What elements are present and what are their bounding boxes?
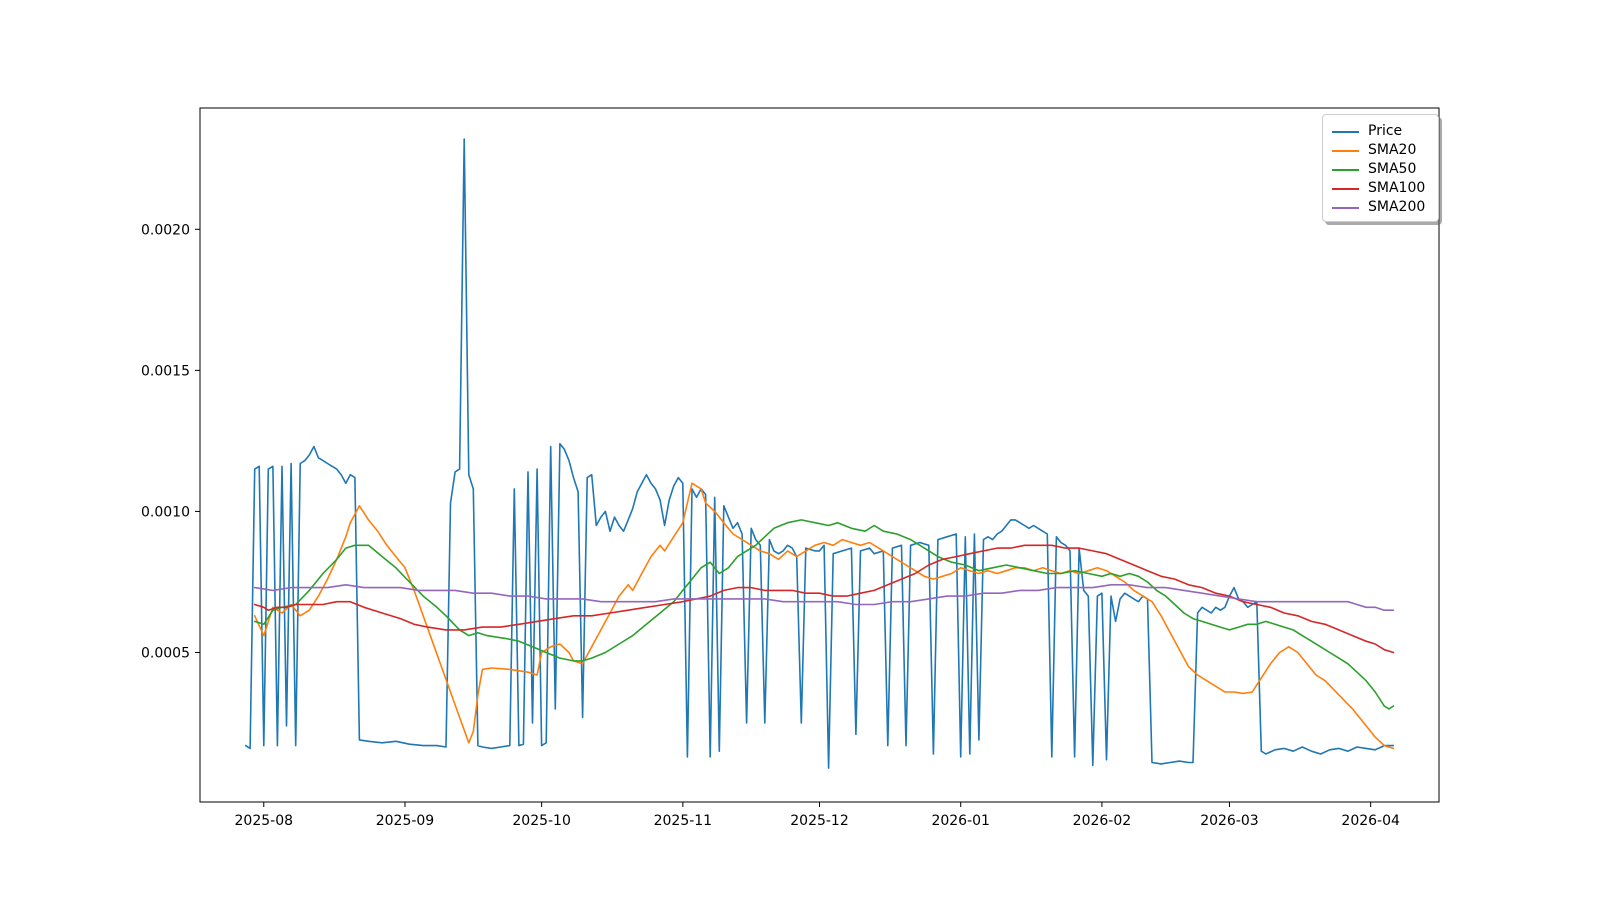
x-axis-tick-label: 2026-03 — [1200, 813, 1259, 829]
legend-item-sma200: SMA200 — [1332, 198, 1428, 217]
legend-item-price: Price — [1332, 122, 1428, 141]
legend: Price SMA20 SMA50 SMA100 SMA200 — [1322, 114, 1439, 222]
y-axis-tick-label: 0.0010 — [141, 504, 190, 520]
legend-item-sma20: SMA20 — [1332, 141, 1428, 160]
legend-item-sma50: SMA50 — [1332, 160, 1428, 179]
legend-label-sma20: SMA20 — [1368, 142, 1417, 158]
y-axis-tick-label: 0.0020 — [141, 222, 190, 238]
x-axis-tick-label: 2026-01 — [931, 813, 990, 829]
legend-label-sma100: SMA100 — [1368, 180, 1426, 196]
x-axis-tick-label: 2025-08 — [235, 813, 294, 829]
legend-label-sma50: SMA50 — [1368, 161, 1417, 177]
sma20-line-swatch — [1332, 149, 1359, 152]
x-axis-tick-label: 2026-02 — [1073, 813, 1132, 829]
x-axis-tick-label: 2025-09 — [376, 813, 435, 829]
plot-area — [199, 107, 1440, 803]
x-axis-tick-label: 2025-12 — [790, 813, 849, 829]
sma50-line-swatch — [1332, 168, 1359, 171]
legend-label-sma200: SMA200 — [1368, 199, 1426, 215]
price-line-swatch — [1332, 130, 1359, 133]
x-axis-tick-label: 2025-10 — [512, 813, 571, 829]
x-axis-tick-label: 2026-04 — [1341, 813, 1400, 829]
x-axis-tick-label: 2025-11 — [654, 813, 713, 829]
legend-item-sma100: SMA100 — [1332, 179, 1428, 198]
matplotlib-figure: 2025-08 2025-09 2025-10 2025-11 2025-12 2026-… — [0, 0, 1600, 900]
y-axis-tick-label: 0.0015 — [141, 363, 190, 379]
sma100-line-swatch — [1332, 187, 1359, 190]
sma200-line-swatch — [1332, 206, 1359, 209]
legend-label-price: Price — [1368, 123, 1403, 139]
y-axis-tick-label: 0.0005 — [141, 645, 190, 661]
